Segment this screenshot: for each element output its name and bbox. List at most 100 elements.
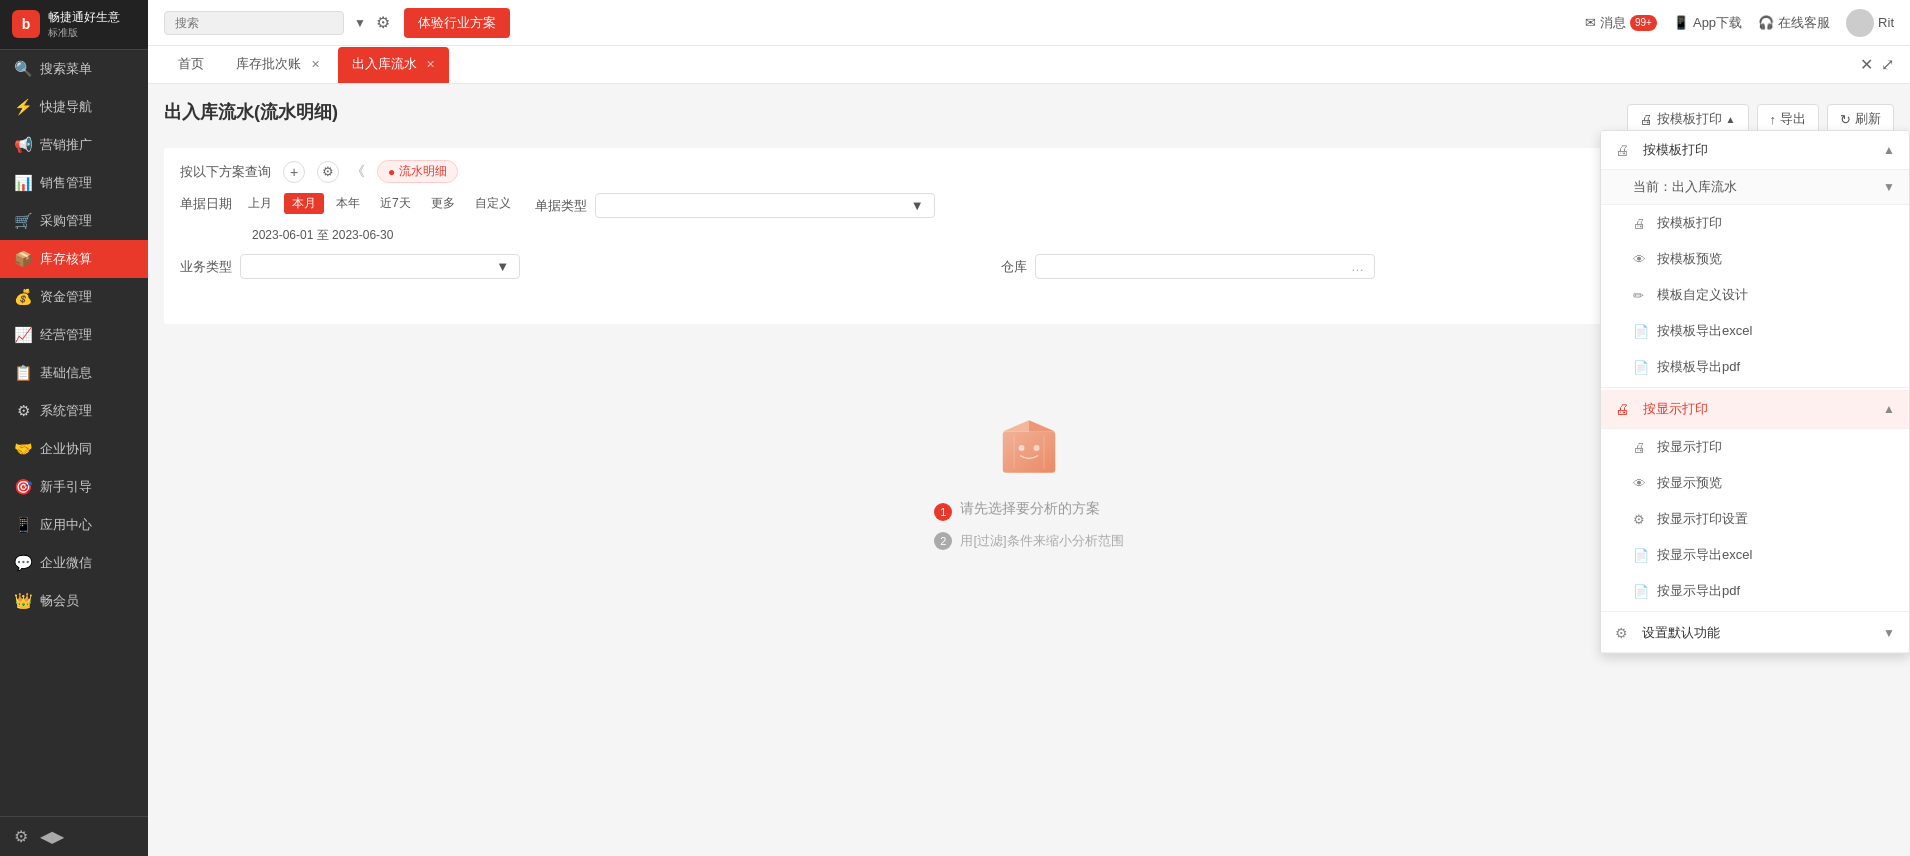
filter-label: 按以下方案查询	[180, 163, 271, 181]
sidebar-label-guide: 新手引导	[40, 478, 92, 496]
dd-display-section-header[interactable]: 🖨 按显示打印 ▲	[1601, 390, 1909, 429]
date-option-thisyear[interactable]: 本年	[328, 193, 368, 214]
sidebar-item-guide[interactable]: 🎯 新手引导	[0, 468, 148, 506]
doctype-filter-group: 单据类型 ▼	[535, 193, 1770, 218]
sidebar-icon-inventory: 📦	[14, 250, 32, 268]
user-avatar-item[interactable]: Rit	[1846, 9, 1894, 37]
dd-export-excel-display[interactable]: 📄 按显示导出excel	[1601, 537, 1909, 573]
add-filter-button[interactable]: +	[283, 161, 305, 183]
print-dropdown-overlay: 🖨 按模板打印 ▲ 当前：出入库流水 ▼ 🖨 按模板打印 👁 按模板预览 ✏	[1600, 130, 1910, 654]
dd-export-pdf-template[interactable]: 📄 按模板导出pdf	[1601, 349, 1909, 385]
warehouse-input[interactable]: …	[1035, 254, 1375, 279]
empty-illustration	[984, 394, 1074, 484]
sidebar-icon-search: 🔍	[14, 60, 32, 78]
dsi-design-icon: ✏	[1633, 288, 1649, 303]
message-item[interactable]: ✉ 消息 99+	[1585, 14, 1657, 32]
tab-flow[interactable]: 出入库流水 ✕	[338, 47, 450, 83]
dsi-print-icon: 🖨	[1633, 216, 1649, 231]
avatar	[1846, 9, 1874, 37]
sidebar-label-sales: 销售管理	[40, 174, 92, 192]
sidebar-item-business[interactable]: 📈 经营管理	[0, 316, 148, 354]
dd-template-section-header[interactable]: 🖨 按模板打印 ▲	[1601, 131, 1909, 170]
sidebar-item-appstore[interactable]: 📱 应用中心	[0, 506, 148, 544]
sidebar-item-search[interactable]: 🔍 搜索菜单	[0, 50, 148, 88]
industry-solution-button[interactable]: 体验行业方案	[404, 8, 510, 38]
headset-icon: 🎧	[1758, 15, 1774, 30]
sidebar-item-marketing[interactable]: 📢 营销推广	[0, 126, 148, 164]
logo-icon: b	[12, 10, 40, 38]
date-option-7days[interactable]: 近7天	[372, 193, 419, 214]
tab-flow-close[interactable]: ✕	[426, 58, 435, 70]
refresh-icon: ↻	[1840, 112, 1851, 127]
dd-export-excel-template[interactable]: 📄 按模板导出excel	[1601, 313, 1909, 349]
topbar-dropdown-arrow[interactable]: ▼	[354, 16, 366, 30]
sidebar-label-inventory: 库存核算	[40, 250, 92, 268]
collapse-sidebar-icon[interactable]: ◀▶	[40, 827, 64, 846]
message-badge: 99+	[1630, 15, 1657, 31]
sidebar-item-wechat[interactable]: 💬 企业微信	[0, 544, 148, 582]
dd-export-pdf-display[interactable]: 📄 按显示导出pdf	[1601, 573, 1909, 609]
doctype-label: 单据类型	[535, 197, 587, 215]
date-label: 单据日期	[180, 195, 232, 213]
sidebar-item-basic[interactable]: 📋 基础信息	[0, 354, 148, 392]
settings-icon[interactable]: ⚙	[14, 827, 28, 846]
date-filter-group: 单据日期 上月 本月 本年 近7天 更多 自定义	[180, 193, 519, 214]
print-chevron-up: ▲	[1726, 114, 1736, 125]
business-type-select[interactable]: ▼	[240, 254, 520, 279]
sidebar-icon-appstore: 📱	[14, 516, 32, 534]
sidebar-item-sales[interactable]: 📊 销售管理	[0, 164, 148, 202]
sidebar-item-nav[interactable]: ⚡ 快捷导航	[0, 88, 148, 126]
tab-batch-close[interactable]: ✕	[311, 58, 320, 70]
sidebar-item-system[interactable]: ⚙ 系统管理	[0, 392, 148, 430]
dd-settings-display[interactable]: ⚙ 按显示打印设置	[1601, 501, 1909, 537]
dd-custom-template[interactable]: ✏ 模板自定义设计	[1601, 277, 1909, 313]
filter-expand-icon[interactable]: 《	[351, 163, 365, 181]
content-area: 出入库流水(流水明细) 🖨 按模板打印 ▲ ↑ 导出 ↻ 刷新	[148, 84, 1910, 856]
doctype-select[interactable]: ▼	[595, 193, 935, 218]
sidebar-label-nav: 快捷导航	[40, 98, 92, 116]
date-option-custom[interactable]: 自定义	[467, 193, 519, 214]
date-option-more[interactable]: 更多	[423, 193, 463, 214]
maximize-icon[interactable]: ⤢	[1881, 55, 1894, 74]
dd-print-display[interactable]: 🖨 按显示打印	[1601, 429, 1909, 465]
business-type-chevron: ▼	[496, 259, 509, 274]
printer-icon: 🖨	[1640, 112, 1653, 127]
sidebar-icon-enterprise: 🤝	[14, 440, 32, 458]
sidebar-icon-finance: 💰	[14, 288, 32, 306]
filter-tag-icon: ●	[388, 165, 395, 179]
username-label: Rit	[1878, 15, 1894, 30]
dd-print-template[interactable]: 🖨 按模板打印	[1601, 205, 1909, 241]
dd-settings-section-header[interactable]: ⚙ 设置默认功能 ▼	[1601, 614, 1909, 653]
sidebar-item-purchase[interactable]: 🛒 采购管理	[0, 202, 148, 240]
dsi-preview-icon: 👁	[1633, 252, 1649, 267]
sidebar-item-enterprise[interactable]: 🤝 企业协同	[0, 430, 148, 468]
sidebar-icon-basic: 📋	[14, 364, 32, 382]
close-tab-icon[interactable]: ✕	[1860, 55, 1873, 74]
sidebar-item-vip[interactable]: 👑 畅会员	[0, 582, 148, 620]
tabs-right: ✕ ⤢	[1860, 55, 1894, 74]
topbar-gear-icon[interactable]: ⚙	[376, 13, 390, 32]
app-download-item[interactable]: 📱 App下载	[1673, 14, 1742, 32]
sidebar-item-finance[interactable]: 💰 资金管理	[0, 278, 148, 316]
tab-home[interactable]: 首页	[164, 47, 218, 83]
dd-divider-1	[1601, 387, 1909, 388]
filter-tag-streamdetail[interactable]: ● 流水明细	[377, 160, 458, 183]
filter-gear-button[interactable]: ⚙	[317, 161, 339, 183]
page-title: 出入库流水(流水明细)	[164, 100, 338, 124]
dd-preview-display[interactable]: 👁 按显示预览	[1601, 465, 1909, 501]
sidebar-label-search: 搜索菜单	[40, 60, 92, 78]
tabs-bar: 首页 库存批次账 ✕ 出入库流水 ✕ ✕ ⤢	[148, 46, 1910, 84]
svg-point-5	[1019, 445, 1025, 451]
sidebar-icon-purchase: 🛒	[14, 212, 32, 230]
date-option-thismonth[interactable]: 本月	[284, 193, 324, 214]
dd-settings-arrow: ▼	[1883, 626, 1895, 640]
dsi-display-pdf-icon: 📄	[1633, 584, 1649, 599]
online-service-item[interactable]: 🎧 在线客服	[1758, 14, 1830, 32]
tab-batch[interactable]: 库存批次账 ✕	[222, 47, 334, 83]
dd-preview-template[interactable]: 👁 按模板预览	[1601, 241, 1909, 277]
topbar-search-input[interactable]	[164, 11, 344, 35]
sidebar-item-inventory[interactable]: 📦 库存核算	[0, 240, 148, 278]
warehouse-ellipsis: …	[1351, 259, 1364, 274]
date-option-lastmonth[interactable]: 上月	[240, 193, 280, 214]
hint-number-2: 2	[934, 532, 952, 550]
